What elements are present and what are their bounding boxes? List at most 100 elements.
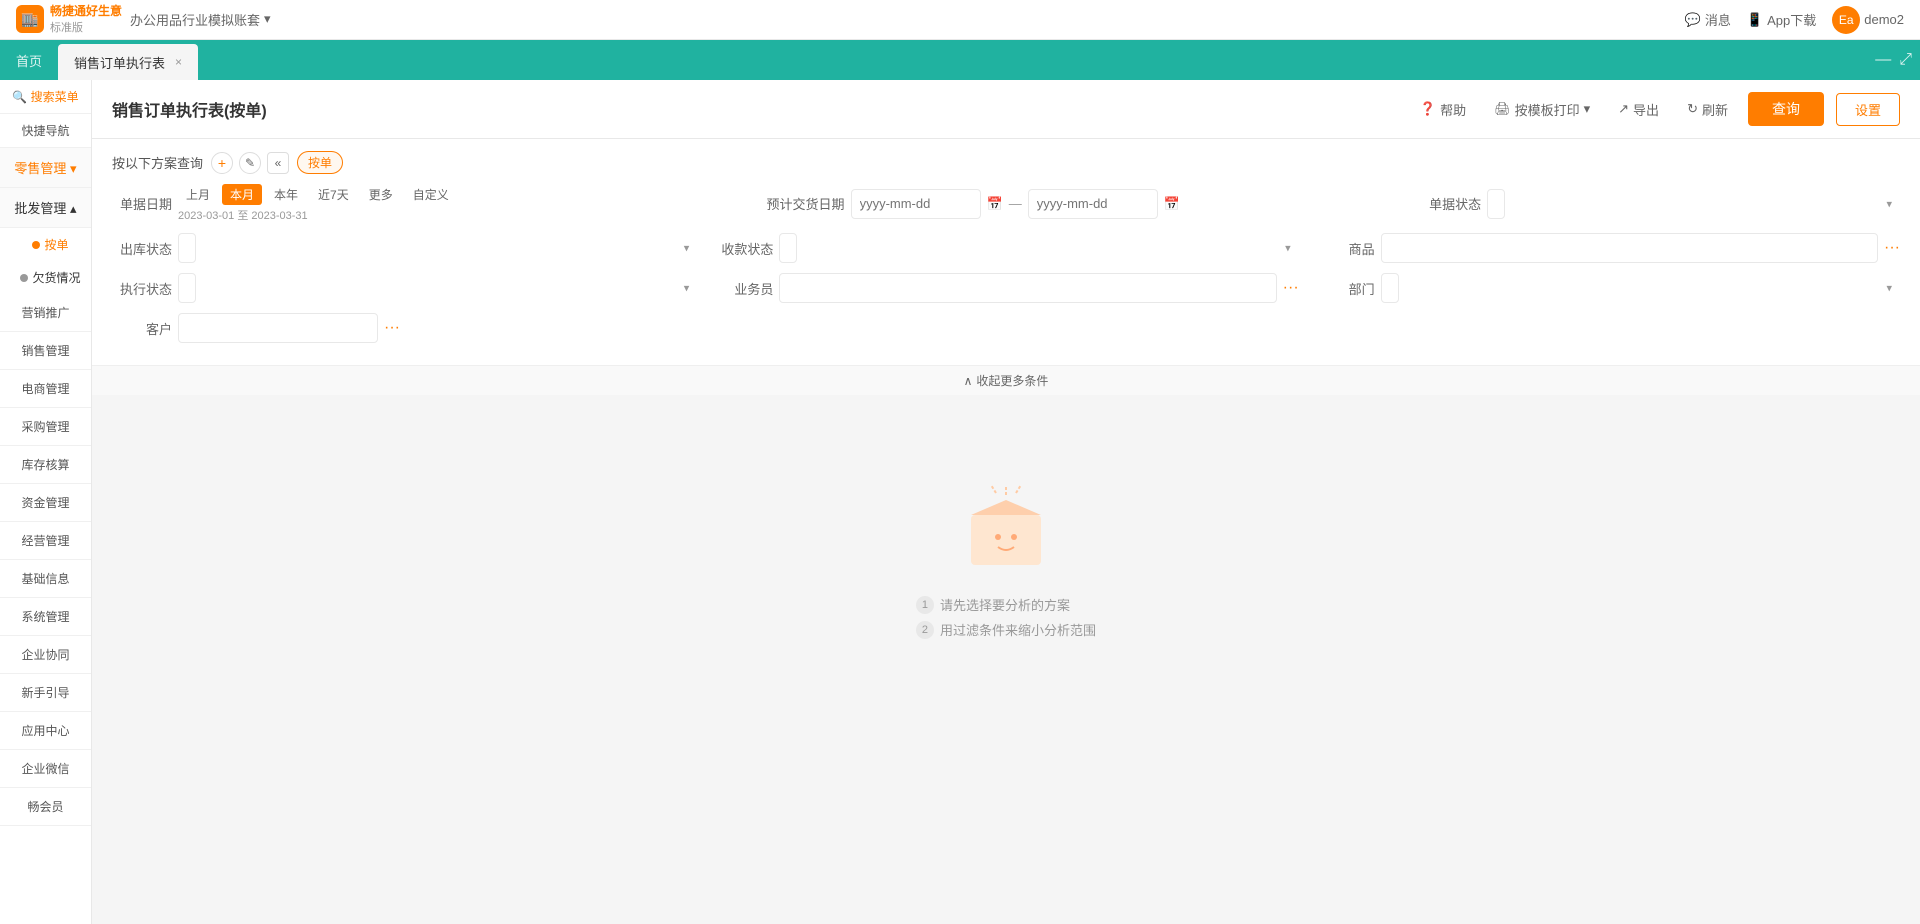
filter-inner: 按以下方案查询 + ✎ « 按单 单据日期 上月 — [92, 139, 1920, 365]
scheme-edit-button[interactable]: ✎ — [239, 152, 261, 174]
main-layout: 🔍 搜索菜单 快捷导航 零售管理 ▾ 批发管理 ▴ 按单 欠货情况 营销推广 销… — [0, 80, 1920, 924]
sidebar-search[interactable]: 🔍 搜索菜单 — [0, 80, 91, 114]
date-shortcut-last-month[interactable]: 上月 — [178, 184, 218, 205]
breadcrumb-arrow: ▾ — [264, 11, 271, 27]
filter-row-4: 客户 ··· — [112, 313, 1900, 343]
sidebar-item-finance-label: 资金管理 — [21, 496, 69, 510]
tab-sales-order-label: 销售订单执行表 — [74, 53, 165, 72]
scheme-add-button[interactable]: + — [211, 152, 233, 174]
sidebar-item-purchase[interactable]: 采购管理 — [0, 408, 91, 446]
expected-date-start[interactable] — [851, 189, 981, 219]
customer-dots-button[interactable]: ··· — [384, 319, 400, 337]
tab-minimize-button[interactable]: — — [1875, 51, 1891, 69]
department-select[interactable] — [1381, 273, 1399, 303]
gray-dot-icon — [20, 274, 28, 282]
sidebar-item-enterprise-label: 企业协同 — [21, 648, 69, 662]
print-icon: 🖨 — [1494, 101, 1511, 117]
user-menu[interactable]: Ea demo2 — [1832, 6, 1904, 34]
scheme-tag[interactable]: 按单 — [297, 151, 343, 174]
filter-product-field: 商品 ··· — [1315, 233, 1900, 263]
message-button[interactable]: 💬 消息 — [1685, 10, 1731, 29]
sidebar-item-wechat-label: 企业微信 — [21, 762, 69, 776]
filter-payment-status-field: 收款状态 — [713, 233, 1298, 263]
sidebar-item-inventory[interactable]: 库存核算 — [0, 446, 91, 484]
app-download-button[interactable]: 📱 App下载 — [1747, 10, 1816, 29]
date-shortcut-this-month[interactable]: 本月 — [222, 184, 262, 205]
sidebar-item-basic[interactable]: 基础信息 — [0, 560, 91, 598]
expected-date-end[interactable] — [1028, 189, 1158, 219]
product-input[interactable] — [1381, 233, 1878, 263]
settings-button[interactable]: 设置 — [1836, 93, 1900, 126]
date-shortcut-7days[interactable]: 近7天 — [310, 184, 357, 205]
hint-text-1: 请先选择要分析的方案 — [940, 595, 1070, 614]
hint-text-2: 用过滤条件来缩小分析范围 — [940, 620, 1096, 639]
exec-status-select[interactable] — [178, 273, 196, 303]
logo-area: 🏬 畅捷通好生意 标准版 — [16, 4, 122, 34]
sidebar-item-wechat[interactable]: 企业微信 — [0, 750, 91, 788]
sidebar-item-retail-label: 零售管理 — [14, 161, 66, 176]
date-shortcut-this-year[interactable]: 本年 — [266, 184, 306, 205]
order-status-select[interactable] — [1487, 189, 1505, 219]
sidebar-item-member[interactable]: 畅会员 — [0, 788, 91, 826]
sidebar-item-sales[interactable]: 销售管理 — [0, 332, 91, 370]
query-button[interactable]: 查询 — [1748, 92, 1824, 126]
breadcrumb[interactable]: 办公用品行业模拟账套 ▾ — [130, 10, 271, 29]
sidebar-item-inventory-label: 库存核算 — [21, 458, 69, 472]
refresh-icon: ↻ — [1687, 101, 1698, 117]
sidebar-quick-nav[interactable]: 快捷导航 — [0, 114, 91, 148]
delivery-status-select[interactable] — [178, 233, 196, 263]
collapse-label: 收起更多条件 — [976, 372, 1048, 389]
salesperson-dots-button[interactable]: ··· — [1283, 279, 1299, 297]
payment-status-select[interactable] — [779, 233, 797, 263]
sidebar-item-wholesale[interactable]: 批发管理 ▴ — [0, 188, 91, 228]
filter-row-3: 执行状态 业务员 ··· 部门 — [112, 273, 1900, 303]
sidebar-item-ecommerce[interactable]: 电商管理 — [0, 370, 91, 408]
top-bar-right: 💬 消息 📱 App下载 Ea demo2 — [1685, 6, 1904, 34]
salesperson-input[interactable] — [779, 273, 1276, 303]
scheme-collapse-button[interactable]: « — [267, 152, 289, 174]
logo-icon: 🏬 — [16, 5, 44, 33]
tab-maximize-button[interactable]: ⤢ — [1899, 51, 1912, 69]
sidebar-item-marketing[interactable]: 营销推广 — [0, 294, 91, 332]
message-label: 消息 — [1705, 10, 1731, 29]
tab-sales-order[interactable]: 销售订单执行表 × — [58, 44, 198, 80]
collapse-bar[interactable]: ∧ 收起更多条件 — [92, 365, 1920, 395]
print-button[interactable]: 🖨 按模板打印 ▾ — [1486, 96, 1598, 123]
salesperson-label: 业务员 — [713, 279, 773, 298]
empty-hint-2: 2 用过滤条件来缩小分析范围 — [916, 620, 1096, 639]
sidebar-item-purchase-label: 采购管理 — [21, 420, 69, 434]
date-shortcut-more[interactable]: 更多 — [361, 184, 401, 205]
customer-label: 客户 — [112, 319, 172, 338]
filter-exec-status-field: 执行状态 — [112, 273, 697, 303]
sidebar-sub-debt[interactable]: 欠货情况 — [0, 261, 91, 294]
cal-end-icon[interactable]: 📅 — [1164, 196, 1180, 212]
sidebar-item-system[interactable]: 系统管理 — [0, 598, 91, 636]
cal-start-icon[interactable]: 📅 — [987, 196, 1003, 212]
export-button[interactable]: ↗ 导出 — [1610, 96, 1667, 123]
product-dots-button[interactable]: ··· — [1884, 239, 1900, 257]
filter-scheme-row: 按以下方案查询 + ✎ « 按单 — [112, 151, 1900, 174]
sidebar-item-apps[interactable]: 应用中心 — [0, 712, 91, 750]
sidebar-item-ecommerce-label: 电商管理 — [21, 382, 69, 396]
sidebar-sub-press[interactable]: 按单 — [0, 228, 91, 261]
sidebar-item-enterprise[interactable]: 企业协同 — [0, 636, 91, 674]
filter-scheme-buttons: + ✎ « — [211, 152, 289, 174]
sidebar-item-operations[interactable]: 经营管理 — [0, 522, 91, 560]
date-shortcut-custom[interactable]: 自定义 — [405, 184, 457, 205]
sidebar-item-newbie[interactable]: 新手引导 — [0, 674, 91, 712]
empty-state: 1 请先选择要分析的方案 2 用过滤条件来缩小分析范围 — [92, 395, 1920, 725]
exec-status-select-wrap — [178, 273, 697, 303]
sidebar-item-system-label: 系统管理 — [21, 610, 69, 624]
page-title: 销售订单执行表(按单) — [112, 97, 267, 121]
empty-hints: 1 请先选择要分析的方案 2 用过滤条件来缩小分析范围 — [916, 595, 1096, 645]
tab-close-icon[interactable]: × — [175, 55, 182, 69]
tab-home[interactable]: 首页 — [0, 40, 58, 80]
filter-expected-date-field: 预计交货日期 📅 — 📅 — [767, 189, 1406, 219]
customer-input[interactable] — [178, 313, 378, 343]
date-shortcuts: 上月 本月 本年 近7天 更多 自定义 — [178, 184, 457, 205]
help-button[interactable]: ❓ 帮助 — [1412, 96, 1474, 123]
sidebar-item-finance[interactable]: 资金管理 — [0, 484, 91, 522]
sidebar-item-retail[interactable]: 零售管理 ▾ — [0, 148, 91, 188]
refresh-button[interactable]: ↻ 刷新 — [1679, 96, 1736, 123]
page-header: 销售订单执行表(按单) ❓ 帮助 🖨 按模板打印 ▾ ↗ 导出 ↻ 刷新 — [92, 80, 1920, 139]
